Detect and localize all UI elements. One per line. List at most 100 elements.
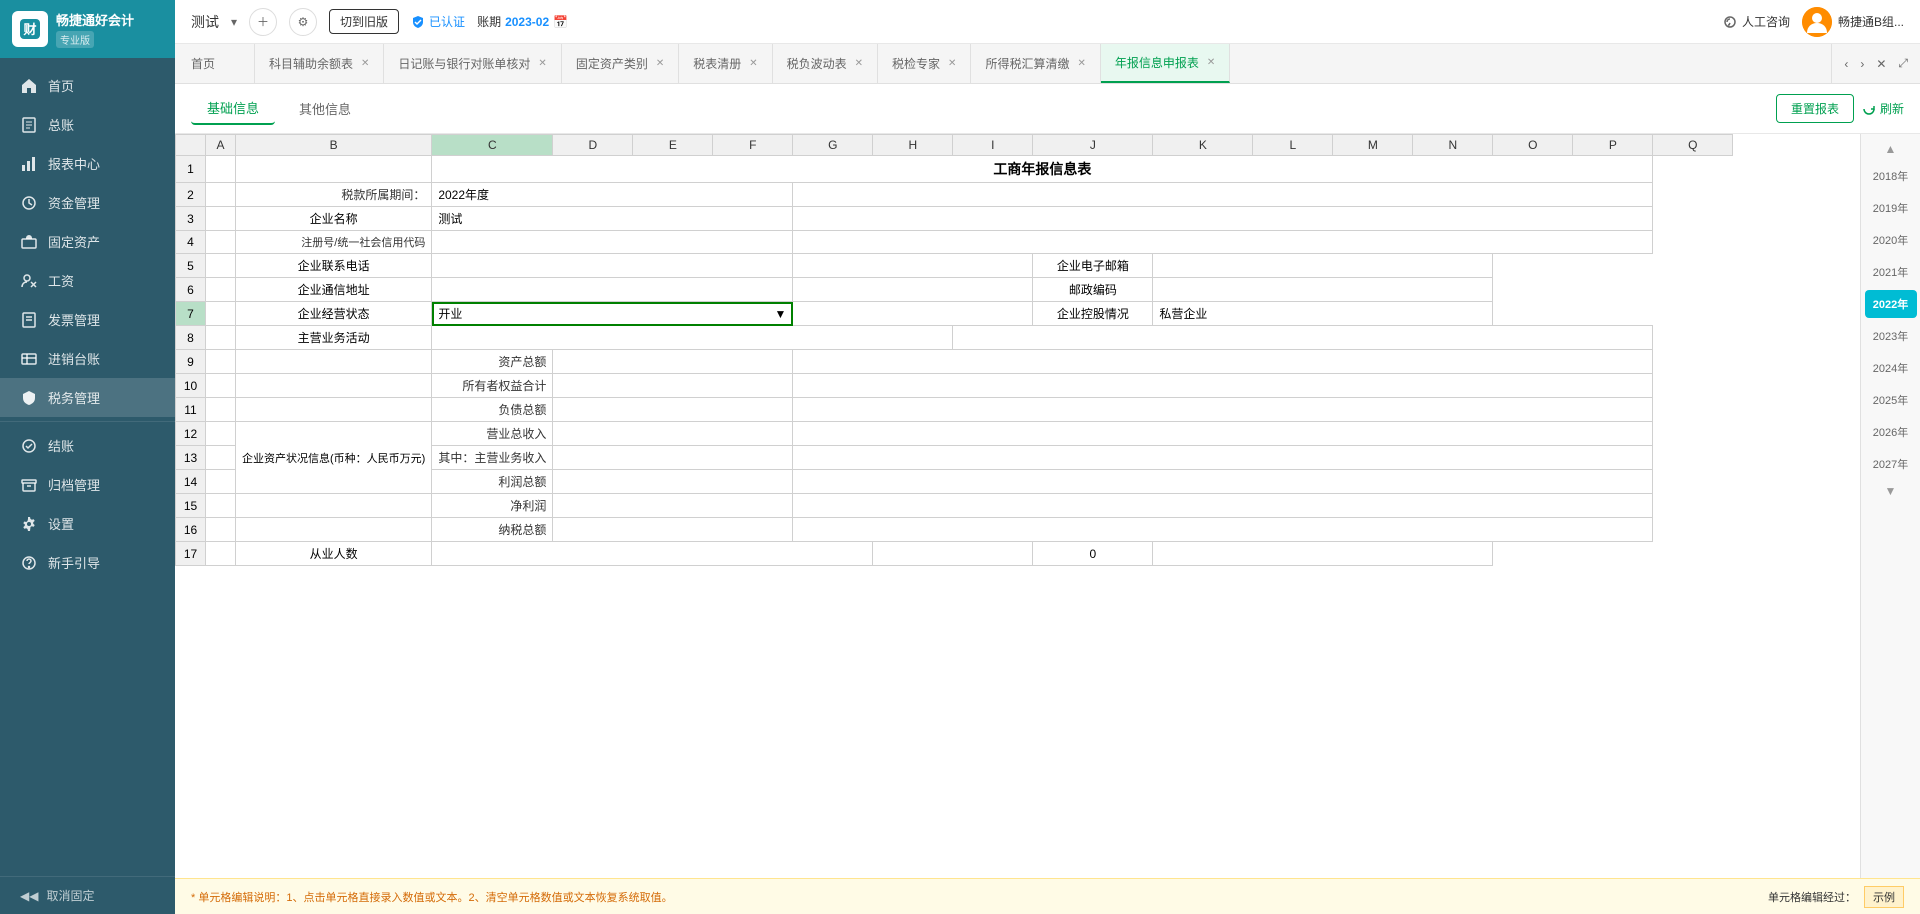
cell-17a[interactable] xyxy=(206,542,236,566)
tab-taxcheck[interactable]: 税检专家 ✕ xyxy=(878,44,971,83)
tab-taxlist[interactable]: 税表清册 ✕ xyxy=(679,44,772,83)
cell-13rest[interactable] xyxy=(793,446,1653,470)
year-up-btn[interactable]: ▲ xyxy=(1881,138,1901,160)
cell-5a[interactable] xyxy=(206,254,236,278)
tabbar-close-all-btn[interactable]: ✕ xyxy=(1872,55,1890,73)
tab-income-close[interactable]: ✕ xyxy=(1077,58,1085,69)
cell-6k[interactable] xyxy=(1153,278,1493,302)
sidebar-item-settle[interactable]: 结账 xyxy=(0,426,175,465)
sidebar-item-settings[interactable]: 设置 xyxy=(0,504,175,543)
cell-12a[interactable] xyxy=(206,422,236,446)
year-item-2019[interactable]: 2019年 xyxy=(1865,194,1917,222)
cell-1a[interactable] xyxy=(206,156,236,183)
cell-9d[interactable] xyxy=(553,350,793,374)
cell-11rest[interactable] xyxy=(793,398,1653,422)
cell-17c[interactable] xyxy=(432,542,873,566)
cell-17j[interactable]: 0 xyxy=(1033,542,1153,566)
tab-journal[interactable]: 日记账与银行对账单核对 ✕ xyxy=(384,44,561,83)
cell-4a[interactable] xyxy=(206,231,236,254)
tab-fixed[interactable]: 固定资产类别 ✕ xyxy=(562,44,679,83)
cell-14d[interactable] xyxy=(553,470,793,494)
topbar-dropdown-btn[interactable]: ▾ xyxy=(231,15,237,29)
cell-17k[interactable] xyxy=(1153,542,1493,566)
cell-12d[interactable] xyxy=(553,422,793,446)
sidebar-item-home[interactable]: 首页 xyxy=(0,66,175,105)
cell-17h[interactable] xyxy=(873,542,1033,566)
year-item-2027[interactable]: 2027年 xyxy=(1865,450,1917,478)
cell-1b[interactable] xyxy=(236,156,432,183)
cell-14rest[interactable] xyxy=(793,470,1653,494)
cell-2a[interactable] xyxy=(206,183,236,207)
cell-14a[interactable] xyxy=(206,470,236,494)
cell-7c-selected[interactable]: 开业 ▼ xyxy=(432,302,793,326)
cell-8c[interactable] xyxy=(432,326,953,350)
tab-annual-close[interactable]: ✕ xyxy=(1207,57,1215,68)
cell-3c[interactable]: 测试 xyxy=(432,207,793,231)
sidebar-item-guide[interactable]: 新手引导 xyxy=(0,543,175,582)
topbar-switch-btn[interactable]: 切到旧版 xyxy=(329,9,399,34)
cell-16b[interactable] xyxy=(236,518,432,542)
tab-taxwave[interactable]: 税负波动表 ✕ xyxy=(773,44,878,83)
sidebar-item-archive[interactable]: 归档管理 xyxy=(0,465,175,504)
year-item-2023[interactable]: 2023年 xyxy=(1865,322,1917,350)
sidebar-item-assets[interactable]: 固定资产 xyxy=(0,222,175,261)
cell-9a[interactable] xyxy=(206,350,236,374)
tab-income[interactable]: 所得税汇算清缴 ✕ xyxy=(971,44,1100,83)
cell-5c[interactable] xyxy=(432,254,793,278)
cell-6c[interactable] xyxy=(432,278,793,302)
cell-13d[interactable] xyxy=(553,446,793,470)
year-item-2018[interactable]: 2018年 xyxy=(1865,162,1917,190)
cell-11a[interactable] xyxy=(206,398,236,422)
cell-16d[interactable] xyxy=(553,518,793,542)
cell-3a[interactable] xyxy=(206,207,236,231)
year-item-2021[interactable]: 2021年 xyxy=(1865,258,1917,286)
year-item-2026[interactable]: 2026年 xyxy=(1865,418,1917,446)
sidebar-item-ledger[interactable]: 总账 xyxy=(0,105,175,144)
cell-2rest[interactable] xyxy=(793,183,1653,207)
cell-16rest[interactable] xyxy=(793,518,1653,542)
tab-annual[interactable]: 年报信息申报表 ✕ xyxy=(1101,44,1230,83)
sidebar-item-invoice[interactable]: 发票管理 xyxy=(0,300,175,339)
tab-aux[interactable]: 科目辅助余额表 ✕ xyxy=(255,44,384,83)
refresh-btn[interactable]: 刷新 xyxy=(1862,100,1904,117)
topbar-user[interactable]: 畅捷通B组... xyxy=(1802,7,1904,37)
subtab-basic[interactable]: 基础信息 xyxy=(191,92,275,125)
cell-10rest[interactable] xyxy=(793,374,1653,398)
cell-8rest[interactable] xyxy=(953,326,1653,350)
cell-6a[interactable] xyxy=(206,278,236,302)
cell-15rest[interactable] xyxy=(793,494,1653,518)
cell-5g[interactable] xyxy=(793,254,1033,278)
cell-4c[interactable] xyxy=(432,231,793,254)
subtab-other[interactable]: 其他信息 xyxy=(283,93,367,124)
year-item-2020[interactable]: 2020年 xyxy=(1865,226,1917,254)
tabbar-prev-btn[interactable]: ‹ xyxy=(1840,55,1852,73)
tab-journal-close[interactable]: ✕ xyxy=(538,58,546,69)
cell-12rest[interactable] xyxy=(793,422,1653,446)
cell-15b[interactable] xyxy=(236,494,432,518)
tab-fixed-close[interactable]: ✕ xyxy=(656,58,664,69)
cell-4rest[interactable] xyxy=(793,231,1653,254)
year-item-2025[interactable]: 2025年 xyxy=(1865,386,1917,414)
cell-7a[interactable] xyxy=(206,302,236,326)
cell-7k[interactable]: 私营企业 xyxy=(1153,302,1493,326)
cell-13a[interactable] xyxy=(206,446,236,470)
sidebar-unpin-btn[interactable]: ◀◀ 取消固定 xyxy=(0,876,175,914)
cell-15a[interactable] xyxy=(206,494,236,518)
year-item-2024[interactable]: 2024年 xyxy=(1865,354,1917,382)
year-item-2022[interactable]: 2022年 xyxy=(1865,290,1917,318)
topbar-settings-btn[interactable]: ⚙ xyxy=(289,8,317,36)
tab-taxwave-close[interactable]: ✕ xyxy=(855,58,863,69)
cell-5k[interactable] xyxy=(1153,254,1493,278)
cell-10a[interactable] xyxy=(206,374,236,398)
sidebar-item-tax[interactable]: 税务管理 xyxy=(0,378,175,417)
cell-7g[interactable] xyxy=(793,302,1033,326)
cell-15d[interactable] xyxy=(553,494,793,518)
year-down-btn[interactable]: ▼ xyxy=(1881,480,1901,502)
cell-9rest[interactable] xyxy=(793,350,1653,374)
cell-10b[interactable] xyxy=(236,374,432,398)
sidebar-item-stock[interactable]: 进销台账 xyxy=(0,339,175,378)
cell-3rest[interactable] xyxy=(793,207,1653,231)
cell-11d[interactable] xyxy=(553,398,793,422)
tab-taxlist-close[interactable]: ✕ xyxy=(749,58,757,69)
cell-11b[interactable] xyxy=(236,398,432,422)
